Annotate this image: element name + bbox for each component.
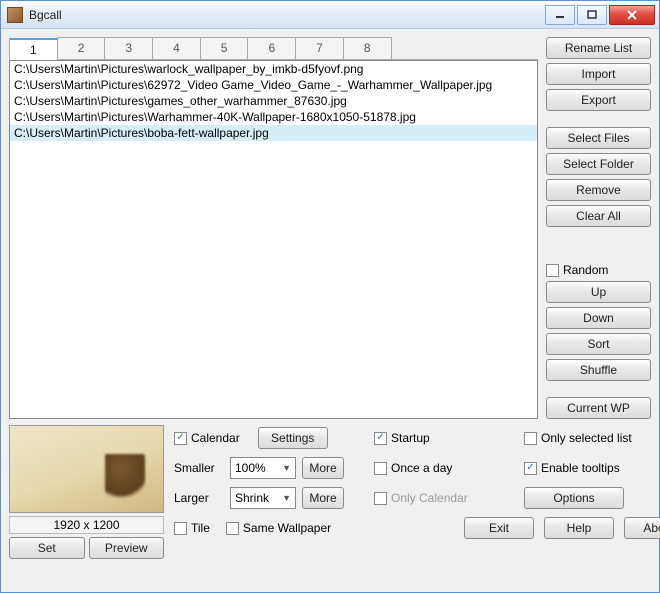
sort-button[interactable]: Sort bbox=[546, 333, 651, 355]
list-item[interactable]: C:\Users\Martin\Pictures\62972_Video Gam… bbox=[10, 77, 537, 93]
clear-all-button[interactable]: Clear All bbox=[546, 205, 651, 227]
tab-5[interactable]: 5 bbox=[200, 37, 249, 59]
down-button[interactable]: Down bbox=[546, 307, 651, 329]
tab-4[interactable]: 4 bbox=[152, 37, 201, 59]
random-label: Random bbox=[563, 263, 608, 277]
preview-buttons: Set Preview bbox=[9, 537, 164, 559]
smaller-label: Smaller bbox=[174, 461, 224, 475]
close-button[interactable] bbox=[609, 5, 655, 25]
file-list[interactable]: C:\Users\Martin\Pictures\warlock_wallpap… bbox=[9, 60, 538, 419]
window-controls bbox=[543, 5, 655, 25]
same-wallpaper-label: Same Wallpaper bbox=[243, 521, 331, 535]
only-selected-checkbox[interactable]: Only selected list bbox=[524, 431, 660, 445]
preview-column: 1920 x 1200 Set Preview bbox=[9, 425, 164, 559]
exit-button[interactable]: Exit bbox=[464, 517, 534, 539]
tab-2[interactable]: 2 bbox=[57, 37, 106, 59]
checkbox-icon bbox=[174, 432, 187, 445]
larger-value: Shrink bbox=[235, 491, 269, 505]
select-folder-button[interactable]: Select Folder bbox=[546, 153, 651, 175]
tab-strip: 12345678 bbox=[9, 37, 538, 60]
tab-3[interactable]: 3 bbox=[104, 37, 153, 59]
chevron-down-icon: ▼ bbox=[282, 463, 291, 473]
only-calendar-label: Only Calendar bbox=[391, 491, 468, 505]
window: Bgcall 12345678 C:\Users\Martin\Pictures… bbox=[0, 0, 660, 593]
larger-more-button[interactable]: More bbox=[302, 487, 344, 509]
minimize-button[interactable] bbox=[545, 5, 575, 25]
import-button[interactable]: Import bbox=[546, 63, 651, 85]
top-row: 12345678 C:\Users\Martin\Pictures\warloc… bbox=[9, 37, 651, 419]
enable-tooltips-checkbox[interactable]: Enable tooltips bbox=[524, 461, 660, 475]
chevron-down-icon: ▼ bbox=[282, 493, 291, 503]
help-button[interactable]: Help bbox=[544, 517, 614, 539]
rename-list-button[interactable]: Rename List bbox=[546, 37, 651, 59]
titlebar[interactable]: Bgcall bbox=[1, 1, 659, 29]
smaller-combo[interactable]: 100% ▼ bbox=[230, 457, 296, 479]
shuffle-button[interactable]: Shuffle bbox=[546, 359, 651, 381]
startup-checkbox[interactable]: Startup bbox=[374, 431, 514, 445]
smaller-value: 100% bbox=[235, 461, 266, 475]
checkbox-icon bbox=[524, 432, 537, 445]
preview-image bbox=[9, 425, 164, 513]
tile-label: Tile bbox=[191, 521, 210, 535]
preview-button[interactable]: Preview bbox=[89, 537, 165, 559]
larger-label: Larger bbox=[174, 491, 224, 505]
settings-button[interactable]: Settings bbox=[258, 427, 328, 449]
random-checkbox[interactable]: Random bbox=[546, 263, 651, 277]
preview-resolution: 1920 x 1200 bbox=[9, 516, 164, 534]
tab-7[interactable]: 7 bbox=[295, 37, 344, 59]
tab-1[interactable]: 1 bbox=[9, 38, 58, 60]
set-button[interactable]: Set bbox=[9, 537, 85, 559]
tab-6[interactable]: 6 bbox=[247, 37, 296, 59]
app-icon bbox=[7, 7, 23, 23]
calendar-label: Calendar bbox=[191, 431, 240, 445]
remove-button[interactable]: Remove bbox=[546, 179, 651, 201]
export-button[interactable]: Export bbox=[546, 89, 651, 111]
list-item[interactable]: C:\Users\Martin\Pictures\warlock_wallpap… bbox=[10, 61, 537, 77]
once-a-day-label: Once a day bbox=[391, 461, 452, 475]
larger-combo[interactable]: Shrink ▼ bbox=[230, 487, 296, 509]
checkbox-icon bbox=[374, 492, 387, 505]
calendar-checkbox[interactable]: Calendar bbox=[174, 431, 240, 445]
smaller-more-button[interactable]: More bbox=[302, 457, 344, 479]
client-area: 12345678 C:\Users\Martin\Pictures\warloc… bbox=[1, 29, 659, 592]
list-item[interactable]: C:\Users\Martin\Pictures\Warhammer-40K-W… bbox=[10, 109, 537, 125]
about-button[interactable]: About bbox=[624, 517, 660, 539]
list-item[interactable]: C:\Users\Martin\Pictures\boba-fett-wallp… bbox=[10, 125, 537, 141]
maximize-button[interactable] bbox=[577, 5, 607, 25]
only-calendar-checkbox: Only Calendar bbox=[374, 491, 514, 505]
once-a-day-checkbox[interactable]: Once a day bbox=[374, 461, 514, 475]
left-column: 12345678 C:\Users\Martin\Pictures\warloc… bbox=[9, 37, 538, 419]
options-button[interactable]: Options bbox=[524, 487, 624, 509]
checkbox-icon bbox=[374, 432, 387, 445]
window-title: Bgcall bbox=[29, 8, 543, 22]
checkbox-icon bbox=[524, 462, 537, 475]
current-wp-button[interactable]: Current WP bbox=[546, 397, 651, 419]
checkbox-icon bbox=[226, 522, 239, 535]
checkbox-icon bbox=[546, 264, 559, 277]
up-button[interactable]: Up bbox=[546, 281, 651, 303]
checkbox-icon bbox=[174, 522, 187, 535]
startup-label: Startup bbox=[391, 431, 430, 445]
list-item[interactable]: C:\Users\Martin\Pictures\games_other_war… bbox=[10, 93, 537, 109]
tab-8[interactable]: 8 bbox=[343, 37, 392, 59]
bottom-row: 1920 x 1200 Set Preview Calendar Setting… bbox=[9, 425, 651, 559]
tile-checkbox[interactable]: Tile bbox=[174, 521, 210, 535]
right-column: Rename List Import Export Select Files S… bbox=[546, 37, 651, 419]
same-wallpaper-checkbox[interactable]: Same Wallpaper bbox=[226, 521, 331, 535]
options-grid: Calendar Settings Startup Only selected … bbox=[174, 425, 660, 559]
enable-tooltips-label: Enable tooltips bbox=[541, 461, 620, 475]
select-files-button[interactable]: Select Files bbox=[546, 127, 651, 149]
checkbox-icon bbox=[374, 462, 387, 475]
only-selected-label: Only selected list bbox=[541, 431, 632, 445]
